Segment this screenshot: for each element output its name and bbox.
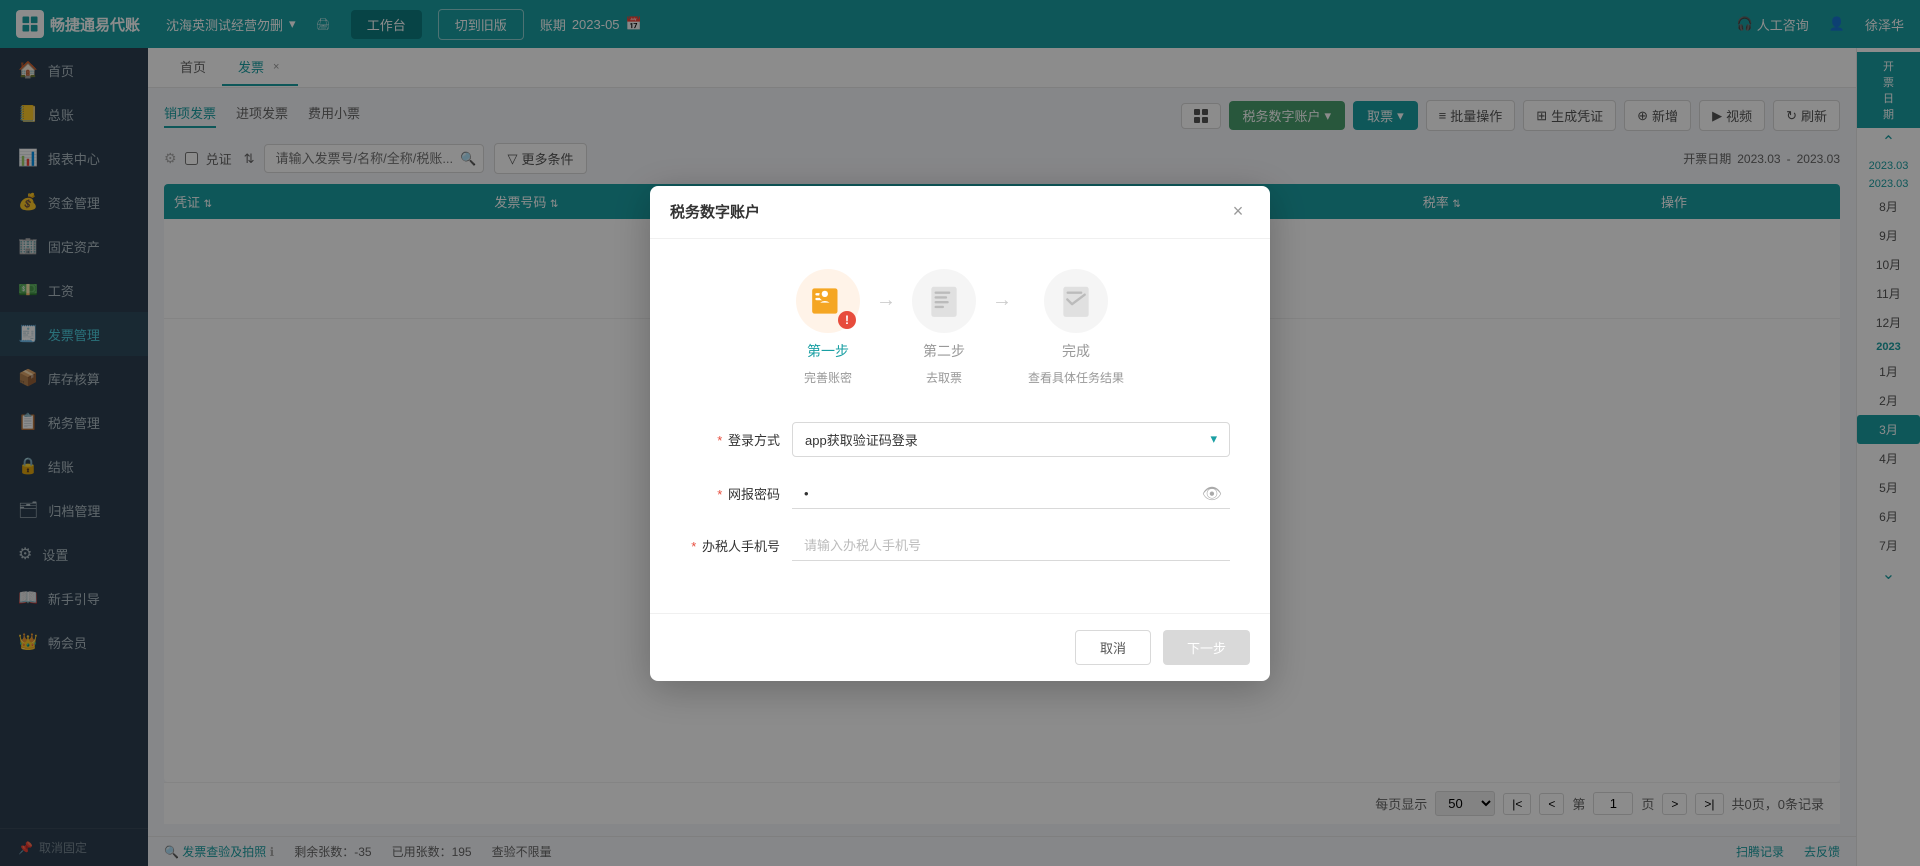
password-input[interactable] (792, 479, 1230, 509)
password-wrap: 👁 (792, 479, 1230, 509)
step-1-desc: 完善账密 (804, 369, 852, 386)
step-arrow-1: → (876, 269, 896, 312)
modal-footer: 取消 下一步 (650, 613, 1270, 681)
step-2: 第二步 去取票 (912, 269, 976, 386)
step-3: 完成 查看具体任务结果 (1028, 269, 1124, 386)
login-method-select[interactable]: app获取验证码登录 ▾ (792, 422, 1230, 457)
step-1-icon-wrap: ! (796, 269, 860, 333)
phone-input[interactable] (792, 531, 1230, 561)
step-1-badge: ! (838, 311, 856, 329)
phone-row: * 办税人手机号 (690, 531, 1230, 561)
modal-header: 税务数字账户 × (650, 186, 1270, 239)
modal-body: ! 第一步 完善账密 → (650, 239, 1270, 613)
step-3-label: 完成 (1062, 341, 1090, 361)
step-arrow-2: → (992, 269, 1012, 312)
step-3-desc: 查看具体任务结果 (1028, 369, 1124, 386)
step-2-label: 第二步 (923, 341, 965, 361)
step-2-icon-wrap (912, 269, 976, 333)
step-2-desc: 去取票 (926, 369, 962, 386)
select-dropdown-icon: ▾ (1210, 431, 1217, 447)
eye-icon[interactable]: 👁 (1202, 484, 1222, 504)
phone-label: * 办税人手机号 (690, 536, 780, 555)
login-method-row: * 登录方式 app获取验证码登录 ▾ (690, 422, 1230, 457)
modal-close-button[interactable]: × (1226, 200, 1250, 224)
modal-title: 税务数字账户 (670, 201, 760, 222)
step-3-icon-wrap (1044, 269, 1108, 333)
next-button[interactable]: 下一步 (1163, 630, 1250, 665)
password-label: * 网报密码 (690, 484, 780, 503)
login-method-label: * 登录方式 (690, 430, 780, 449)
password-row: * 网报密码 👁 (690, 479, 1230, 509)
phone-control (792, 531, 1230, 561)
modal-overlay[interactable]: 税务数字账户 × ! (0, 0, 1920, 866)
step-3-svg (1057, 282, 1095, 320)
step-1-label: 第一步 (807, 341, 849, 361)
steps-container: ! 第一步 完善账密 → (690, 269, 1230, 386)
tax-account-modal: 税务数字账户 × ! (650, 186, 1270, 681)
password-control: 👁 (792, 479, 1230, 509)
step-1: ! 第一步 完善账密 (796, 269, 860, 386)
step-2-svg (925, 282, 963, 320)
cancel-button[interactable]: 取消 (1075, 630, 1151, 665)
login-method-control: app获取验证码登录 ▾ (792, 422, 1230, 457)
